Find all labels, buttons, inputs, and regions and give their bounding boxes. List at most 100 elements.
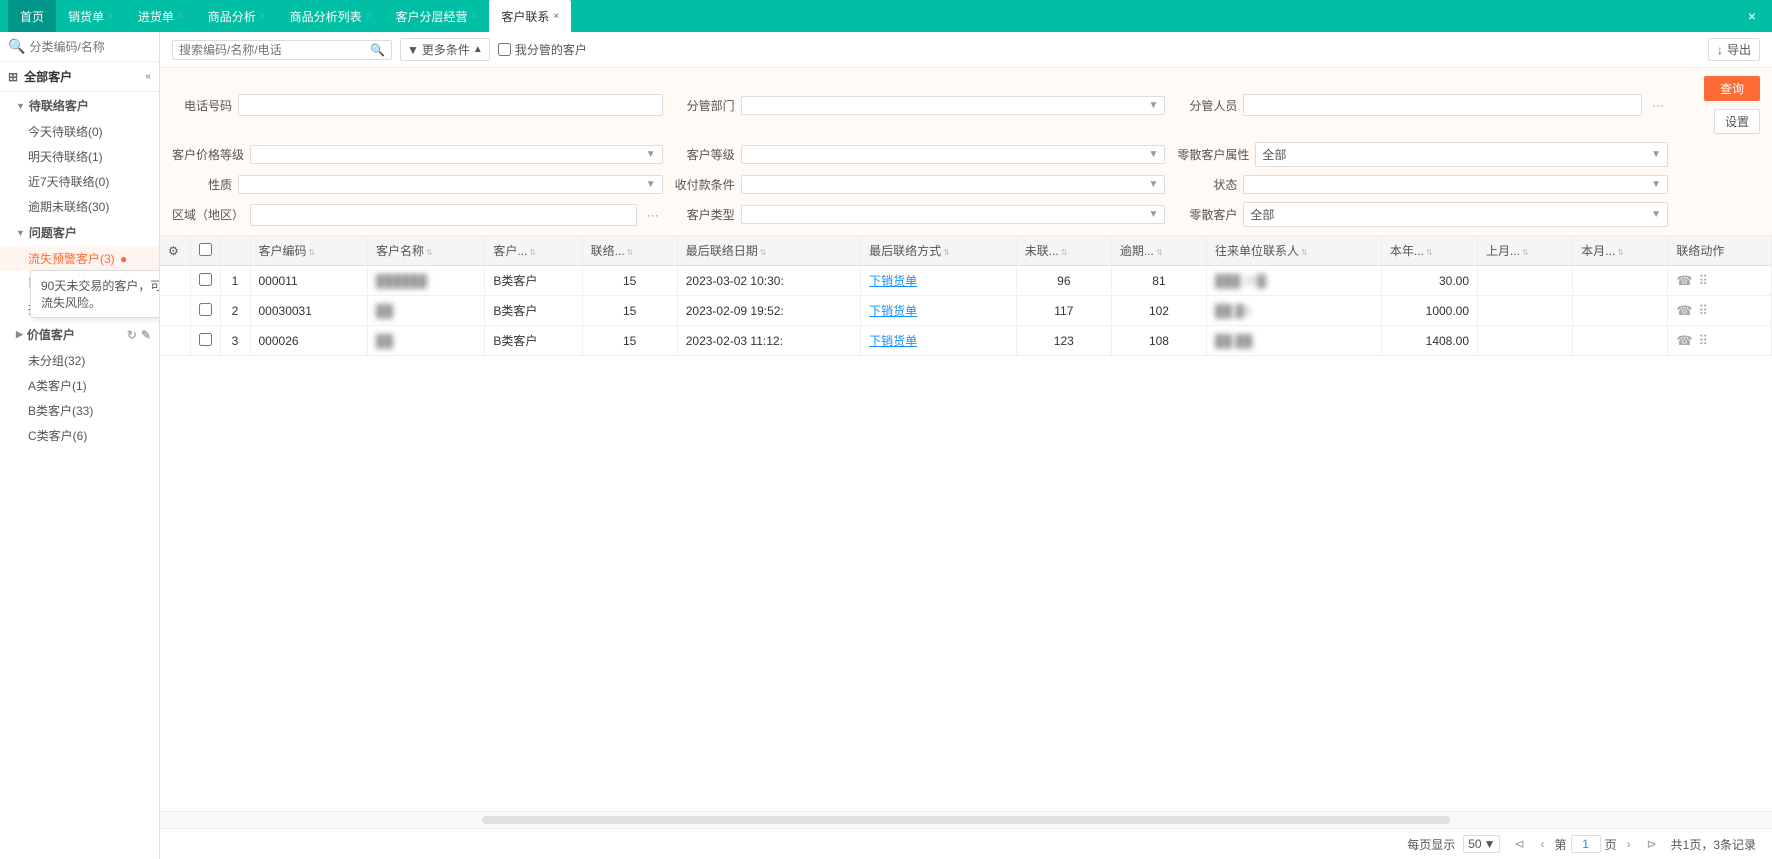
first-page-button[interactable]: ⊲ (1508, 836, 1530, 852)
row-last-method-1[interactable]: 下销货单 (861, 296, 1017, 326)
export-button[interactable]: ↓ 导出 (1708, 38, 1760, 61)
sidebar-item-class-c[interactable]: C类客户(6) (0, 423, 159, 448)
tab-purchase-order[interactable]: 进货单 × (126, 0, 196, 32)
sidebar-group-pending[interactable]: ▼ 待联络客户 (0, 92, 159, 119)
sidebar-item-ungrouped[interactable]: 未分组(32) (0, 348, 159, 373)
col-last-date-header[interactable]: 最后联络日期⇅ (677, 236, 860, 266)
col-this-year-header[interactable]: 本年...⇅ (1381, 236, 1477, 266)
col-settings[interactable]: ⚙ (160, 236, 190, 266)
sidebar-item-class-b[interactable]: B类客户(33) (0, 398, 159, 423)
next-page-button[interactable]: › (1621, 836, 1637, 852)
action-contact-icon-2[interactable]: ☎ (1676, 333, 1692, 349)
row-select-checkbox-1[interactable] (199, 303, 212, 316)
row-select-checkbox-0[interactable] (199, 273, 212, 286)
col-last-month-header[interactable]: 上月...⇅ (1478, 236, 1573, 266)
sidebar-search-input[interactable] (29, 40, 160, 54)
close-tab-customer-contact[interactable]: × (553, 11, 559, 22)
sidebar-item-overdue[interactable]: 逾期未联络(30) (0, 194, 159, 219)
tab-customer-tier[interactable]: 客户分层经营 × (383, 0, 489, 32)
tab-customer-contact[interactable]: 客户联系 × (489, 0, 571, 32)
settings-icon[interactable]: ⚙ (168, 244, 179, 258)
region-more-icon[interactable]: ··· (643, 208, 663, 222)
close-tab-sales[interactable]: × (108, 11, 114, 22)
action-contact-icon-1[interactable]: ☎ (1676, 303, 1692, 319)
col-code-header[interactable]: 客户编码⇅ (250, 236, 367, 266)
row-select-checkbox-2[interactable] (199, 333, 212, 346)
select-all-checkbox[interactable] (199, 243, 212, 256)
per-page-select[interactable]: 50 ▼ (1463, 835, 1500, 853)
customer-type-select[interactable]: ▼ (741, 205, 1166, 224)
nature-select[interactable]: ▼ (238, 175, 663, 194)
more-filter-button[interactable]: ▼ 更多条件 ▲ (400, 38, 490, 61)
sidebar-item-churn-warning[interactable]: 流失预警客户(3) ● (0, 246, 159, 271)
sidebar-group-problem[interactable]: ▼ 问题客户 (0, 219, 159, 246)
horizontal-scrollbar[interactable] (160, 811, 1772, 828)
sidebar-item-today[interactable]: 今天待联络(0) (0, 119, 159, 144)
scattered-attr-arrow-icon: ▼ (1651, 149, 1661, 160)
status-select[interactable]: ▼ (1243, 175, 1668, 194)
prev-page-button[interactable]: ‹ (1535, 836, 1551, 852)
person-input[interactable] (1243, 94, 1642, 116)
main-search-input[interactable] (179, 43, 366, 57)
last-page-button[interactable]: ⊳ (1641, 836, 1663, 852)
region-input[interactable] (250, 204, 637, 226)
row-checkbox-1[interactable] (190, 296, 220, 326)
my-customers-checkbox[interactable] (498, 43, 511, 56)
page-number-input[interactable] (1571, 835, 1601, 853)
col-name-header[interactable]: 客户名称⇅ (367, 236, 484, 266)
scattered-select[interactable]: 全部 ▼ (1243, 202, 1668, 227)
person-more-icon[interactable]: ··· (1648, 98, 1668, 112)
settings-button[interactable]: 设置 (1714, 109, 1760, 134)
tab-sales-order[interactable]: 销货单 × (56, 0, 126, 32)
col-last-method-header[interactable]: 最后联络方式⇅ (861, 236, 1017, 266)
col-this-month-header[interactable]: 本月...⇅ (1573, 236, 1668, 266)
row-last-date-1: 2023-02-09 19:52: (677, 296, 860, 326)
col-not-contacted-header[interactable]: 未联...⇅ (1016, 236, 1111, 266)
filter-customer-level: 客户等级 ▼ (675, 145, 1166, 164)
query-button[interactable]: 查询 (1704, 76, 1760, 101)
row-last-method-0[interactable]: 下销货单 (861, 266, 1017, 296)
col-type-header[interactable]: 客户...⇅ (485, 236, 582, 266)
main-search-icon[interactable]: 🔍 (370, 43, 385, 57)
action-more-icon-1[interactable]: ⠿ (1699, 303, 1709, 319)
action-more-icon-2[interactable]: ⠿ (1699, 333, 1709, 349)
action-more-icon-0[interactable]: ⠿ (1699, 273, 1709, 289)
price-level-select[interactable]: ▼ (250, 145, 663, 164)
row-checkbox-0[interactable] (190, 266, 220, 296)
my-customers-checkbox-wrap[interactable]: 我分管的客户 (498, 41, 587, 58)
region-label: 区域（地区） (172, 206, 244, 223)
col-overdue-header[interactable]: 逾期...⇅ (1111, 236, 1206, 266)
row-checkbox-2[interactable] (190, 326, 220, 356)
close-tab-customer-tier[interactable]: × (471, 11, 477, 22)
filter-arrow-icon: ▲ (473, 44, 483, 55)
churn-risk-tooltip: 90天未交易的客户，可能有流失风险。 (30, 270, 160, 318)
row-type-1: B类客户 (485, 296, 582, 326)
dept-select[interactable]: ▼ (741, 96, 1166, 115)
edit-icon[interactable]: ✎ (141, 328, 151, 342)
close-tab-product-analysis[interactable]: × (260, 11, 266, 22)
phone-input[interactable] (238, 94, 663, 116)
col-checkbox-header[interactable] (190, 236, 220, 266)
customer-level-select[interactable]: ▼ (741, 145, 1166, 164)
scrollbar-thumb[interactable] (482, 816, 1449, 824)
sidebar-item-tomorrow[interactable]: 明天待联络(1) (0, 144, 159, 169)
col-contact-header[interactable]: 联络...⇅ (582, 236, 677, 266)
tab-product-analysis[interactable]: 商品分析 × (196, 0, 278, 32)
col-contact-person-header[interactable]: 往来单位联系人⇅ (1207, 236, 1382, 266)
sidebar-item-class-a[interactable]: A类客户(1) (0, 373, 159, 398)
filter-scattered: 零散客户 全部 ▼ (1177, 202, 1668, 227)
tab-home[interactable]: 首页 (8, 0, 56, 32)
sidebar-group-value[interactable]: ▶ 价值客户 ↻ ✎ (0, 321, 159, 348)
close-all-tabs-button[interactable]: × (1740, 8, 1764, 24)
close-tab-purchase[interactable]: × (178, 11, 184, 22)
sidebar-item-7days[interactable]: 近7天待联络(0) (0, 169, 159, 194)
sidebar-all-customers[interactable]: ⊞ 全部客户 « (0, 62, 159, 92)
row-this-month-0 (1573, 266, 1668, 296)
payment-select[interactable]: ▼ (741, 175, 1166, 194)
row-last-method-2[interactable]: 下销货单 (861, 326, 1017, 356)
scattered-attr-select[interactable]: 全部 ▼ (1255, 142, 1668, 167)
refresh-icon[interactable]: ↻ (127, 328, 137, 342)
close-tab-product-list[interactable]: × (366, 11, 372, 22)
action-contact-icon-0[interactable]: ☎ (1676, 273, 1692, 289)
tab-product-analysis-list[interactable]: 商品分析列表 × (278, 0, 384, 32)
